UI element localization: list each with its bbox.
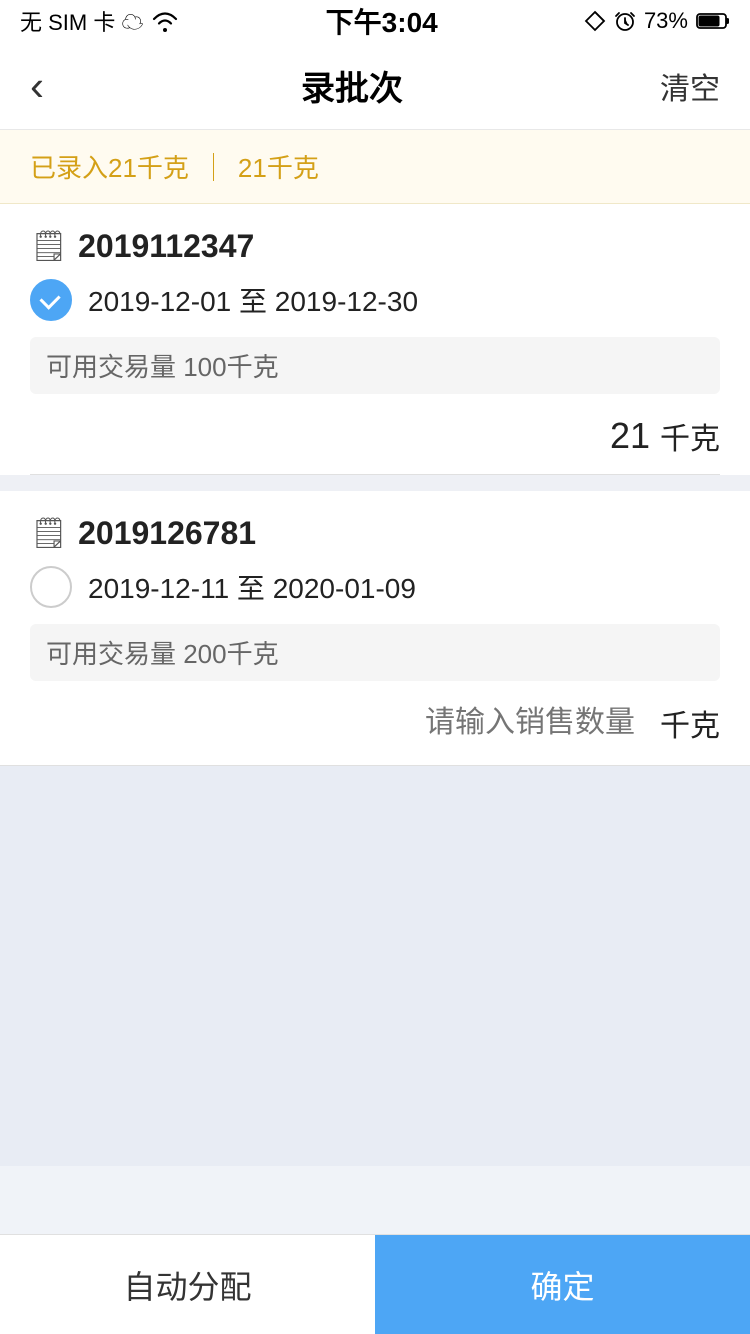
page-title: 录批次 bbox=[301, 61, 403, 110]
alarm-icon bbox=[614, 10, 636, 32]
status-time: 下午3:04 bbox=[326, 1, 438, 41]
batch1-id: 2019112347 bbox=[78, 228, 254, 265]
batch1-available: 可用交易量 100千克 bbox=[30, 337, 720, 394]
batch1-quantity-value: 21 bbox=[610, 415, 650, 457]
batch2-quantity-container: 千克 bbox=[0, 681, 750, 766]
wifi-icon bbox=[151, 10, 179, 32]
batch1-icon: 🗒 bbox=[30, 229, 68, 264]
auto-distribute-button[interactable]: 自动分配 bbox=[0, 1235, 375, 1334]
clear-button[interactable]: 清空 bbox=[660, 64, 720, 108]
batch2-available: 可用交易量 200千克 bbox=[30, 624, 720, 681]
no-sim-text: 无 SIM 卡 ☁ bbox=[20, 5, 143, 37]
batch1-card: 🗒 2019112347 2019-12-01 至 2019-12-30 可用交… bbox=[0, 204, 750, 475]
bottom-bar: 自动分配 确定 bbox=[0, 1234, 750, 1334]
gray-area bbox=[0, 766, 750, 1166]
batch2-unit: 千克 bbox=[660, 701, 720, 745]
batch1-radio[interactable] bbox=[30, 279, 72, 321]
batch1-quantity-unit: 千克 bbox=[660, 414, 720, 458]
recorded-label: 已录入21千克 bbox=[30, 148, 189, 185]
section-divider bbox=[0, 475, 750, 491]
total-label: 21千克 bbox=[238, 148, 319, 185]
back-button[interactable]: ‹ bbox=[30, 62, 44, 110]
batch2-id: 2019126781 bbox=[78, 515, 256, 552]
battery-text: 73% bbox=[644, 8, 688, 34]
batch1-date-row: 2019-12-01 至 2019-12-30 bbox=[30, 279, 720, 321]
batch2-header: 🗒 2019126781 bbox=[30, 515, 720, 552]
confirm-button[interactable]: 确定 bbox=[375, 1235, 750, 1334]
batch2-icon: 🗒 bbox=[30, 516, 68, 551]
nav-bar: ‹ 录批次 清空 bbox=[0, 42, 750, 130]
status-right: 73% bbox=[584, 8, 730, 34]
batch2-date: 2019-12-11 至 2020-01-09 bbox=[88, 567, 416, 607]
batch1-header: 🗒 2019112347 bbox=[30, 228, 720, 265]
status-bar: 无 SIM 卡 ☁ 下午3:04 73% bbox=[0, 0, 750, 42]
batch2-card: 🗒 2019126781 2019-12-11 至 2020-01-09 可用交… bbox=[0, 491, 750, 766]
location-icon bbox=[584, 10, 606, 32]
status-left: 无 SIM 卡 ☁ bbox=[20, 5, 179, 37]
summary-banner: 已录入21千克 21千克 bbox=[0, 130, 750, 204]
batch2-date-row: 2019-12-11 至 2020-01-09 bbox=[30, 566, 720, 608]
batch1-date: 2019-12-01 至 2019-12-30 bbox=[88, 280, 418, 320]
batch2-quantity-input[interactable] bbox=[30, 706, 650, 740]
batch1-quantity-row: 21 千克 bbox=[0, 394, 750, 458]
battery-icon bbox=[696, 12, 730, 30]
summary-divider bbox=[213, 153, 214, 181]
batch2-radio[interactable] bbox=[30, 566, 72, 608]
